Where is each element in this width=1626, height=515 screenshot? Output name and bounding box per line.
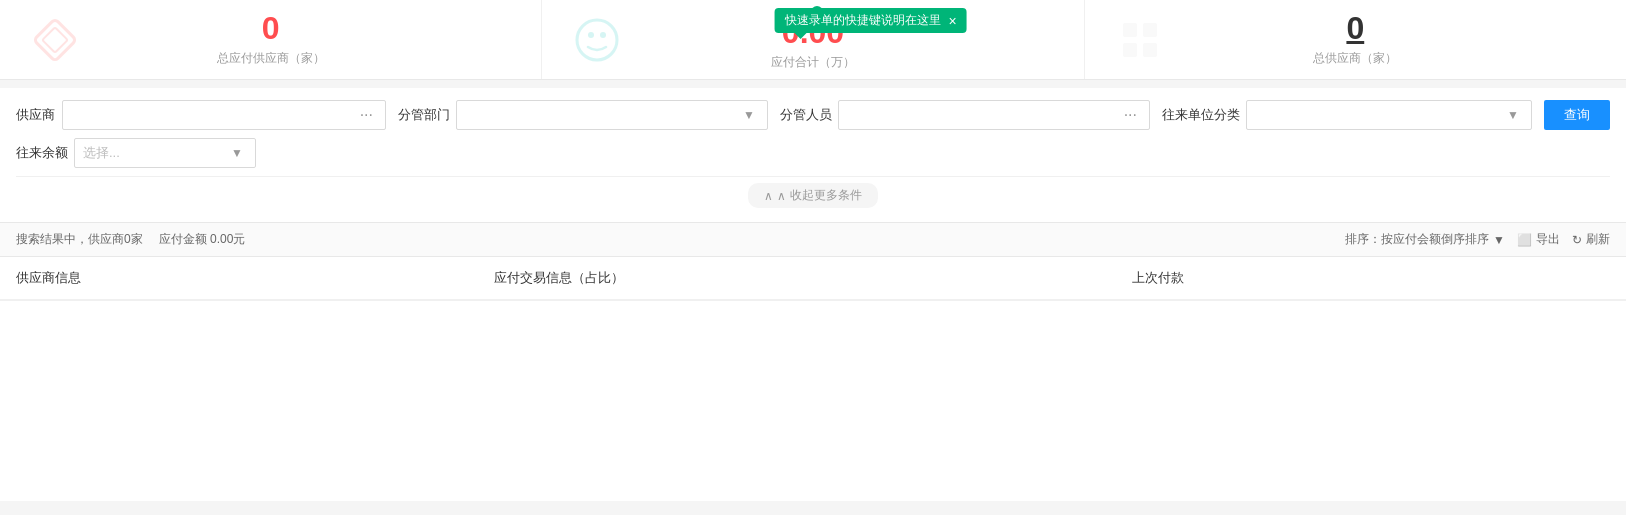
svg-rect-6 — [1143, 23, 1157, 37]
supplier-input-wrapper[interactable]: ··· — [62, 100, 386, 130]
person-input[interactable] — [847, 108, 1116, 123]
svg-point-3 — [588, 32, 594, 38]
category-label: 往来单位分类 — [1162, 106, 1240, 124]
table-body — [0, 301, 1626, 501]
sort-button[interactable]: 排序：按应付会额倒序排序 ▼ — [1345, 231, 1505, 248]
results-count: 搜索结果中，供应商0家 — [16, 231, 143, 248]
filter-supplier: 供应商 ··· — [16, 100, 386, 130]
sort-label: 排序：按应付会额倒序排序 — [1345, 231, 1489, 248]
filter-person: 分管人员 ··· — [780, 100, 1150, 130]
balance-select[interactable]: 选择... ▼ — [74, 138, 256, 168]
col-supplier-header: 供应商信息 — [16, 269, 494, 287]
tooltip-bubble: 快速录单的快捷键说明在这里 × — [775, 8, 967, 33]
category-select[interactable]: ▼ — [1246, 100, 1532, 130]
stat-total-suppliers-number[interactable]: 0 — [1346, 12, 1364, 44]
person-dots-btn[interactable]: ··· — [1120, 106, 1141, 124]
grid-icon — [1115, 15, 1165, 65]
filter-row-1: 供应商 ··· 分管部门 ▼ 分管人员 ··· 往来单位分类 — [16, 100, 1610, 130]
svg-rect-0 — [34, 18, 76, 60]
table-header: 供应商信息 应付交易信息（占比） 上次付款 — [0, 257, 1626, 301]
stat-payable-suppliers: 0 总应付供应商（家） — [0, 0, 542, 79]
stat-payable-suppliers-label: 总应付供应商（家） — [217, 50, 325, 67]
export-icon: ⬜ — [1517, 233, 1532, 247]
export-button[interactable]: ⬜ 导出 — [1517, 231, 1560, 248]
svg-rect-7 — [1123, 43, 1137, 57]
sort-arrow-icon: ▼ — [1493, 233, 1505, 247]
stat-payable-total-label: 应付合计（万） — [771, 54, 855, 71]
person-input-wrapper[interactable]: ··· — [838, 100, 1150, 130]
query-button[interactable]: 查询 — [1544, 100, 1610, 130]
refresh-button[interactable]: ↻ 刷新 — [1572, 231, 1610, 248]
collapse-row: ∧ ∧ 收起更多条件 — [16, 176, 1610, 214]
stat-payable-suppliers-number: 0 — [262, 12, 280, 44]
supplier-input[interactable] — [71, 108, 352, 123]
department-label: 分管部门 — [398, 106, 450, 124]
department-select[interactable]: ▼ — [456, 100, 768, 130]
category-arrow-icon: ▼ — [1503, 108, 1523, 122]
diamond-icon — [30, 15, 80, 65]
refresh-label: 刷新 — [1586, 231, 1610, 248]
filter-balance: 往来余额 选择... ▼ — [16, 138, 256, 168]
svg-point-2 — [577, 20, 617, 60]
col-payment-header: 上次付款 — [1132, 269, 1610, 287]
supplier-dots-btn[interactable]: ··· — [356, 106, 377, 124]
stat-total-suppliers: 0 总供应商（家） — [1085, 0, 1626, 79]
svg-point-4 — [600, 32, 606, 38]
export-label: 导出 — [1536, 231, 1560, 248]
balance-label: 往来余额 — [16, 144, 68, 162]
balance-placeholder: 选择... — [83, 144, 120, 162]
results-summary: 搜索结果中，供应商0家 应付金额 0.00元 — [16, 231, 245, 248]
circle-icon — [572, 15, 622, 65]
collapse-up-icon: ∧ ∧ — [764, 189, 785, 203]
balance-arrow-icon: ▼ — [227, 146, 247, 160]
filter-section: 供应商 ··· 分管部门 ▼ 分管人员 ··· 往来单位分类 — [0, 88, 1626, 223]
tooltip-close-btn[interactable]: × — [949, 14, 957, 28]
results-actions: 排序：按应付会额倒序排序 ▼ ⬜ 导出 ↻ 刷新 — [1345, 231, 1610, 248]
refresh-icon: ↻ — [1572, 233, 1582, 247]
col-transaction-header: 应付交易信息（占比） — [494, 269, 1132, 287]
tooltip-text: 快速录单的快捷键说明在这里 — [785, 12, 941, 29]
supplier-label: 供应商 — [16, 106, 56, 124]
stat-payable-total: 快速录单的快捷键说明在这里 × 0.00 应付合计（万） — [542, 0, 1084, 79]
results-bar: 搜索结果中，供应商0家 应付金额 0.00元 排序：按应付会额倒序排序 ▼ ⬜ … — [0, 223, 1626, 257]
person-label: 分管人员 — [780, 106, 832, 124]
svg-rect-5 — [1123, 23, 1137, 37]
collapse-button[interactable]: ∧ ∧ 收起更多条件 — [748, 183, 877, 208]
stats-bar: 0 总应付供应商（家） 快速录单的快捷键说明在这里 × 0.00 应付合计（万）… — [0, 0, 1626, 80]
collapse-label: 收起更多条件 — [790, 187, 862, 204]
stat-total-suppliers-label: 总供应商（家） — [1313, 50, 1397, 67]
results-amount: 应付金额 0.00元 — [159, 231, 246, 248]
svg-rect-8 — [1143, 43, 1157, 57]
filter-department: 分管部门 ▼ — [398, 100, 768, 130]
filter-row-2: 往来余额 选择... ▼ — [16, 138, 1610, 168]
filter-category: 往来单位分类 ▼ — [1162, 100, 1532, 130]
svg-rect-1 — [42, 27, 67, 52]
department-arrow-icon: ▼ — [739, 108, 759, 122]
